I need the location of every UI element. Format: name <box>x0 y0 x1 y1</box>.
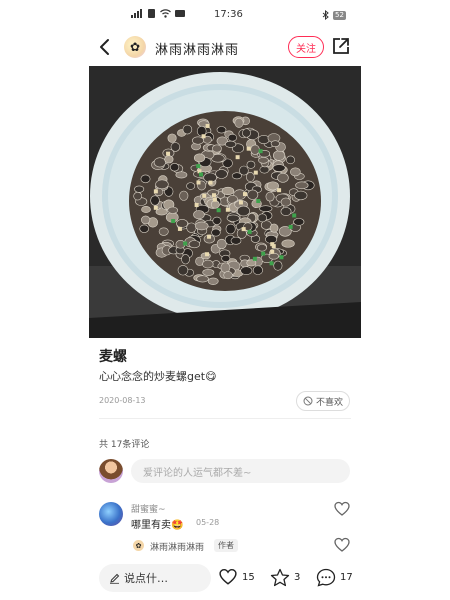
heart-icon[interactable] <box>334 537 350 553</box>
bluetooth-icon <box>322 10 329 20</box>
author-avatar[interactable]: ✿ <box>124 36 146 58</box>
author-badge: 作者 <box>214 539 238 552</box>
post-description-text: 心心念念的炒麦螺get <box>99 370 206 383</box>
post-date: 2020-08-13 <box>99 396 146 405</box>
emoji-icon: 😋 <box>205 370 217 383</box>
star-icon <box>270 568 290 587</box>
wifi-icon <box>160 9 171 18</box>
post-title: 麦螺 <box>99 349 127 365</box>
author-name[interactable]: 淋雨淋雨淋雨 <box>155 39 239 58</box>
comment-time: 05-28 <box>196 518 220 527</box>
back-arrow-icon[interactable] <box>95 35 115 59</box>
post-header: ✿ 淋雨淋雨淋雨 关注 <box>0 30 450 64</box>
emoji-icon: 🤩 <box>171 520 184 531</box>
sim-icon <box>148 9 155 18</box>
reply-author-name[interactable]: 淋雨淋雨淋雨 <box>150 540 204 553</box>
stir-fried-snails-image <box>89 66 361 338</box>
pencil-icon <box>110 573 120 584</box>
comment-action[interactable]: 17 <box>316 568 353 587</box>
block-icon <box>303 396 313 406</box>
signal-icon <box>131 9 142 18</box>
dislike-button[interactable]: 不喜欢 <box>296 391 351 411</box>
dislike-label: 不喜欢 <box>316 397 344 408</box>
comment-input[interactable]: 爱评论的人运气都不差~ <box>131 459 350 483</box>
bottom-action-bar: 说点什… 15 3 17 <box>0 556 450 600</box>
collect-action[interactable]: 3 <box>270 568 300 587</box>
status-icons-left <box>131 9 185 18</box>
comments-count: 共 17条评论 <box>99 440 150 450</box>
my-avatar <box>99 459 123 483</box>
heart-icon <box>219 568 237 585</box>
message-icon <box>175 10 185 17</box>
collect-count: 3 <box>294 572 301 583</box>
like-count: 15 <box>242 571 255 583</box>
status-bar: 17:36 52 <box>0 0 450 30</box>
comment-count: 17 <box>340 572 353 583</box>
comment-bubble-icon <box>316 568 336 587</box>
commenter-avatar[interactable] <box>99 502 123 526</box>
status-time: 17:36 <box>214 9 243 20</box>
follow-button[interactable]: 关注 <box>288 36 324 58</box>
share-icon[interactable] <box>331 36 351 56</box>
comment-text[interactable]: 哪里有卖🤩 <box>131 516 183 531</box>
post-description: 心心念念的炒麦螺get😋 <box>99 368 217 384</box>
battery-indicator: 52 <box>333 10 346 20</box>
say-something-label: 说点什… <box>124 572 168 585</box>
like-action[interactable]: 15 <box>218 568 255 586</box>
say-something-input[interactable]: 说点什… <box>99 564 211 592</box>
reply-author-avatar[interactable]: ✿ <box>133 540 144 551</box>
divider <box>99 418 351 419</box>
post-photo[interactable] <box>89 66 361 338</box>
status-icons-right: 52 <box>322 10 346 20</box>
heart-icon[interactable] <box>334 501 350 517</box>
comment-text-value: 哪里有卖 <box>131 520 171 531</box>
commenter-name[interactable]: 甜蜜蜜~ <box>131 502 166 515</box>
